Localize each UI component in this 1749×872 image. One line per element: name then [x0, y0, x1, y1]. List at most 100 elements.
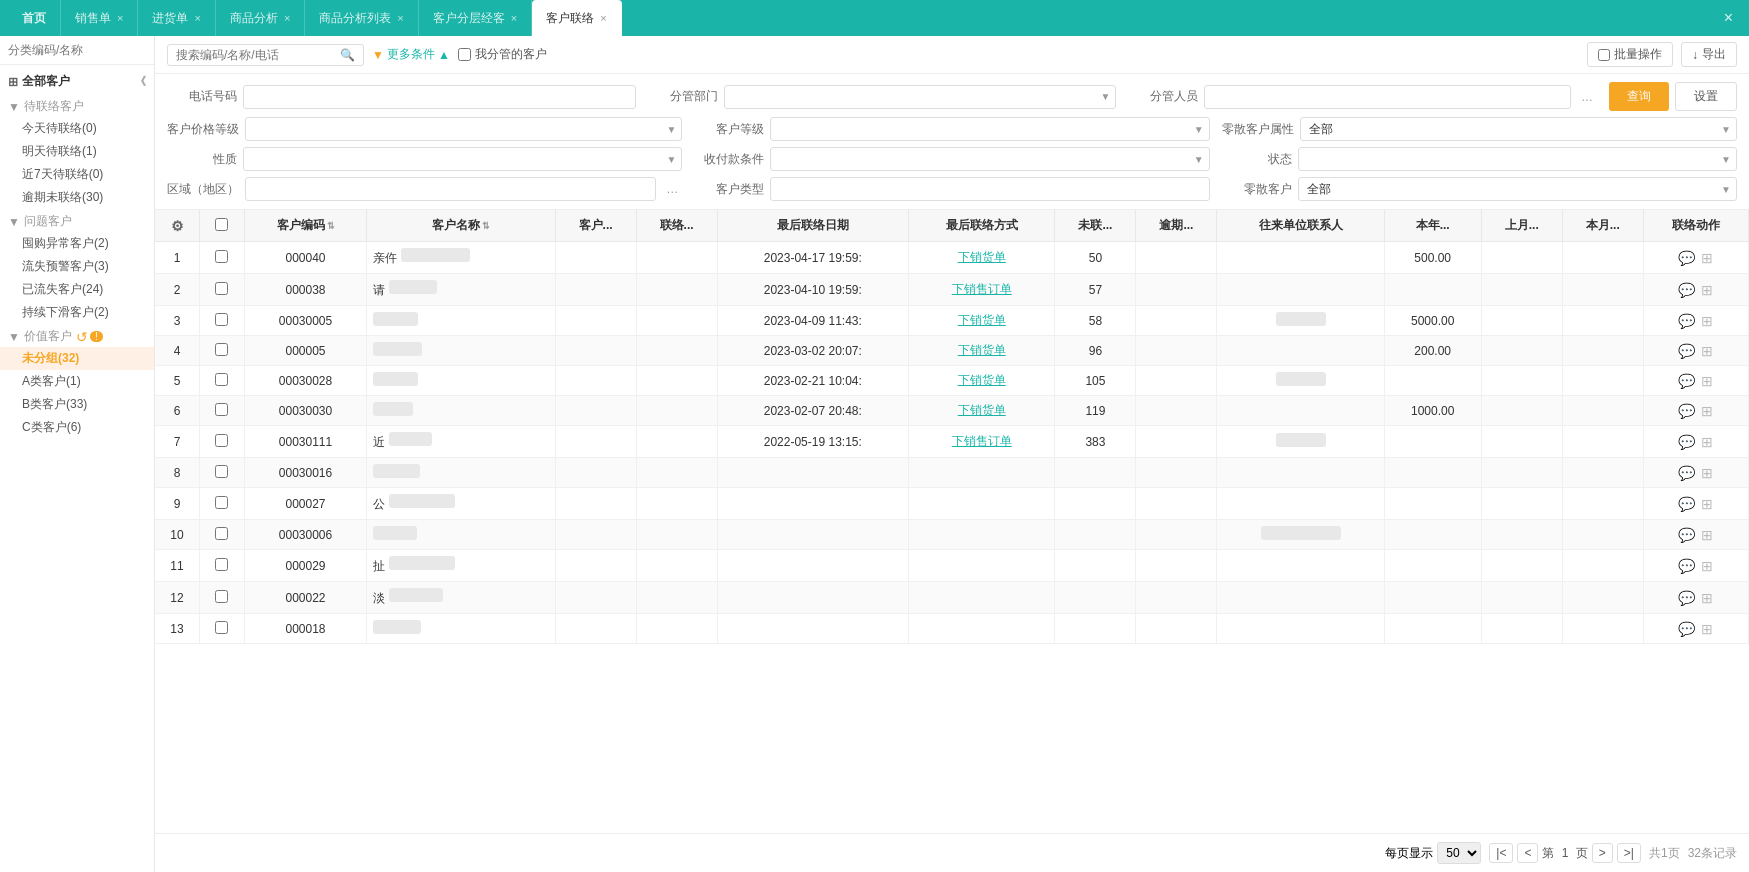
- sidebar-item-today[interactable]: 今天待联络(0): [0, 117, 154, 140]
- close-analysis-tab[interactable]: ×: [284, 12, 290, 24]
- prev-page-btn[interactable]: <: [1517, 843, 1538, 863]
- more-action-icon[interactable]: ⊞: [1701, 590, 1713, 606]
- th-name[interactable]: 客户名称⇅: [367, 210, 555, 242]
- more-action-icon[interactable]: ⊞: [1701, 250, 1713, 266]
- main-search-input[interactable]: [176, 48, 336, 62]
- close-purchase-tab[interactable]: ×: [194, 12, 200, 24]
- sidebar-item-abnormal[interactable]: 囤购异常客户(2): [0, 232, 154, 255]
- close-sales-tab[interactable]: ×: [117, 12, 123, 24]
- query-button[interactable]: 查询: [1609, 82, 1669, 111]
- chat-action-icon[interactable]: 💬: [1678, 343, 1695, 359]
- chat-action-icon[interactable]: 💬: [1678, 403, 1695, 419]
- sidebar-item-c-class[interactable]: C类客户(6): [0, 416, 154, 439]
- more-action-icon[interactable]: ⊞: [1701, 527, 1713, 543]
- reset-button[interactable]: 设置: [1675, 82, 1737, 111]
- status-select[interactable]: [1298, 147, 1737, 171]
- region-input[interactable]: [245, 177, 656, 201]
- sidebar-item-a-class[interactable]: A类客户(1): [0, 370, 154, 393]
- chat-action-icon[interactable]: 💬: [1678, 496, 1695, 512]
- chat-action-icon[interactable]: 💬: [1678, 250, 1695, 266]
- batch-ops-button[interactable]: 批量操作: [1587, 42, 1673, 67]
- retail-customer-select[interactable]: 全部: [1298, 177, 1737, 201]
- tab-customer-segment[interactable]: 客户分层经客 ×: [419, 0, 532, 36]
- chat-action-icon[interactable]: 💬: [1678, 282, 1695, 298]
- last-method-link[interactable]: 下销货单: [958, 313, 1006, 327]
- sidebar-search-input[interactable]: [8, 43, 155, 57]
- more-conditions-btn[interactable]: ▼ 更多条件 ▲: [372, 46, 450, 63]
- row-checkbox[interactable]: [215, 434, 228, 447]
- retail-attr-select[interactable]: 全部: [1300, 117, 1737, 141]
- row-checkbox[interactable]: [215, 343, 228, 356]
- all-customers-header[interactable]: ⊞ 全部客户 《: [0, 65, 154, 94]
- last-method-link[interactable]: 下销售订单: [952, 434, 1012, 448]
- settings-icon[interactable]: ⚙: [171, 218, 184, 234]
- per-page-select[interactable]: 50: [1437, 842, 1481, 864]
- select-all-checkbox[interactable]: [215, 218, 228, 231]
- sidebar-item-overdue[interactable]: 逾期未联络(30): [0, 186, 154, 209]
- chat-action-icon[interactable]: 💬: [1678, 527, 1695, 543]
- more-action-icon[interactable]: ⊞: [1701, 465, 1713, 481]
- chat-action-icon[interactable]: 💬: [1678, 621, 1695, 637]
- sidebar-collapse-btn[interactable]: 《: [135, 74, 146, 89]
- next-page-btn[interactable]: >: [1592, 843, 1613, 863]
- my-customers-check[interactable]: [458, 48, 471, 61]
- last-method-link[interactable]: 下销货单: [958, 343, 1006, 357]
- close-contact-tab[interactable]: ×: [600, 12, 606, 24]
- row-checkbox[interactable]: [215, 558, 228, 571]
- payment-select[interactable]: [770, 147, 1209, 171]
- more-action-icon[interactable]: ⊞: [1701, 282, 1713, 298]
- last-method-link[interactable]: 下销货单: [958, 250, 1006, 264]
- more-action-icon[interactable]: ⊞: [1701, 313, 1713, 329]
- close-analysis-list-tab[interactable]: ×: [397, 12, 403, 24]
- chat-action-icon[interactable]: 💬: [1678, 373, 1695, 389]
- more-action-icon[interactable]: ⊞: [1701, 403, 1713, 419]
- last-method-link[interactable]: 下销售订单: [952, 282, 1012, 296]
- sidebar-item-ungrouped[interactable]: 未分组(32): [0, 347, 154, 370]
- phone-input[interactable]: [243, 85, 636, 109]
- first-page-btn[interactable]: |<: [1489, 843, 1513, 863]
- row-checkbox[interactable]: [215, 373, 228, 386]
- last-method-link[interactable]: 下销货单: [958, 403, 1006, 417]
- more-action-icon[interactable]: ⊞: [1701, 558, 1713, 574]
- th-code[interactable]: 客户编码⇅: [244, 210, 366, 242]
- export-button[interactable]: ↓ 导出: [1681, 42, 1737, 67]
- sidebar-item-churned[interactable]: 已流失客户(24): [0, 278, 154, 301]
- my-customers-checkbox[interactable]: 我分管的客户: [458, 46, 547, 63]
- last-method-link[interactable]: 下销货单: [958, 373, 1006, 387]
- more-action-icon[interactable]: ⊞: [1701, 373, 1713, 389]
- customer-type-input[interactable]: [770, 177, 1209, 201]
- batch-checkbox[interactable]: [1598, 49, 1610, 61]
- row-checkbox[interactable]: [215, 403, 228, 416]
- sidebar-item-b-class[interactable]: B类客户(33): [0, 393, 154, 416]
- row-checkbox[interactable]: [215, 465, 228, 478]
- global-close-icon[interactable]: ×: [1716, 9, 1741, 27]
- main-search-icon[interactable]: 🔍: [340, 48, 355, 62]
- chat-action-icon[interactable]: 💬: [1678, 590, 1695, 606]
- last-page-btn[interactable]: >|: [1617, 843, 1641, 863]
- row-checkbox[interactable]: [215, 282, 228, 295]
- row-checkbox[interactable]: [215, 250, 228, 263]
- more-action-icon[interactable]: ⊞: [1701, 343, 1713, 359]
- price-level-select[interactable]: [245, 117, 682, 141]
- customer-level-select[interactable]: [770, 117, 1209, 141]
- group-pending-label[interactable]: ▼ 待联络客户: [0, 94, 154, 117]
- chat-action-icon[interactable]: 💬: [1678, 434, 1695, 450]
- refresh-value-icon[interactable]: ↺: [76, 329, 88, 345]
- row-checkbox[interactable]: [215, 496, 228, 509]
- more-action-icon[interactable]: ⊞: [1701, 496, 1713, 512]
- chat-action-icon[interactable]: 💬: [1678, 558, 1695, 574]
- row-checkbox[interactable]: [215, 313, 228, 326]
- sidebar-item-churn-warning[interactable]: 流失预警客户(3): [0, 255, 154, 278]
- tab-analysis-list[interactable]: 商品分析列表 ×: [305, 0, 418, 36]
- staff-input[interactable]: [1204, 85, 1571, 109]
- dept-select[interactable]: [724, 85, 1117, 109]
- sidebar-item-declining[interactable]: 持续下滑客户(2): [0, 301, 154, 324]
- group-value-label[interactable]: ▼ 价值客户 ↺ !: [0, 324, 154, 347]
- more-action-icon[interactable]: ⊞: [1701, 434, 1713, 450]
- row-checkbox[interactable]: [215, 621, 228, 634]
- chat-action-icon[interactable]: 💬: [1678, 465, 1695, 481]
- close-segment-tab[interactable]: ×: [511, 12, 517, 24]
- row-checkbox[interactable]: [215, 590, 228, 603]
- tab-analysis[interactable]: 商品分析 ×: [216, 0, 305, 36]
- tab-purchase[interactable]: 进货单 ×: [138, 0, 215, 36]
